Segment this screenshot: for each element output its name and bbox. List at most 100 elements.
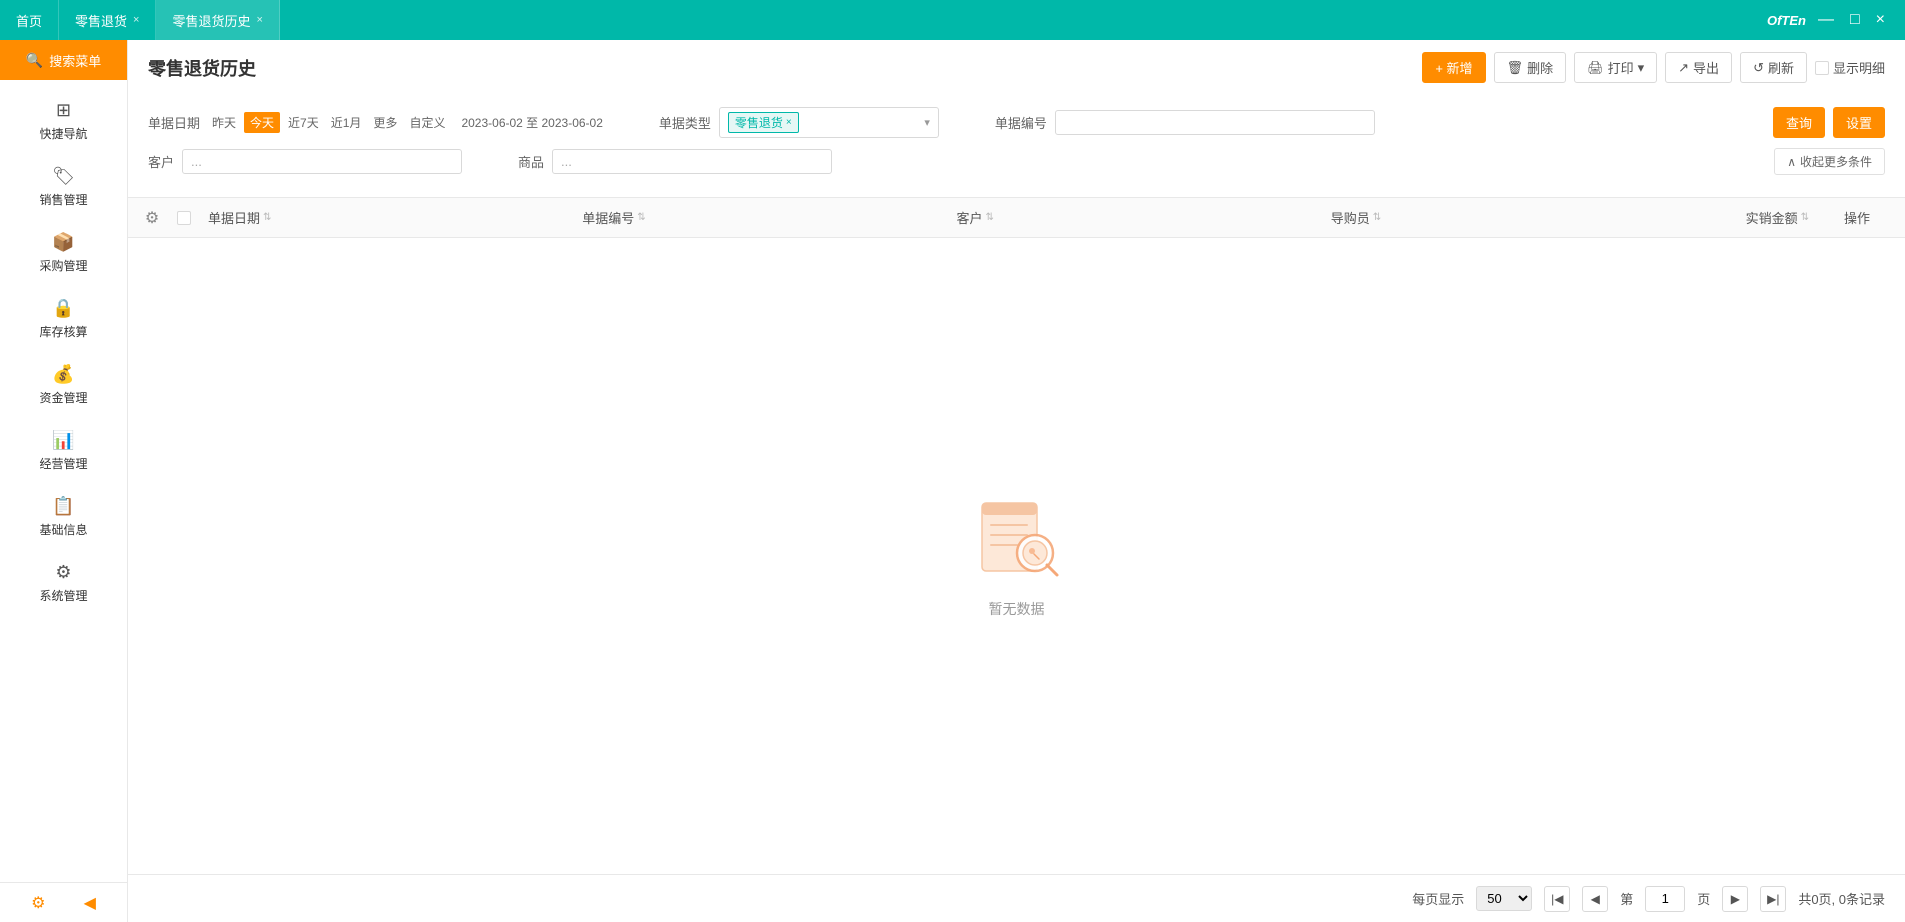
th-customer-label: 客户: [957, 208, 983, 227]
filter-customer-item: 客户 ...: [148, 149, 462, 174]
window-maximize-btn[interactable]: □: [1846, 11, 1864, 29]
export-label: 导出: [1693, 58, 1719, 77]
sidebar-bottom: ⚙ ◀: [0, 882, 127, 922]
sidebar-item-quick-nav[interactable]: ⊞ 快捷导航: [0, 88, 127, 154]
window-close-btn[interactable]: ×: [1872, 11, 1889, 29]
sidebar-collapse-icon[interactable]: ◀: [84, 893, 96, 913]
filter-customer-label: 客户: [148, 152, 174, 171]
sidebar-item-finance[interactable]: 💰 资金管理: [0, 352, 127, 418]
tab-retail-return-history-close[interactable]: ×: [256, 14, 262, 26]
tab-home[interactable]: 首页: [0, 0, 59, 40]
tab-retail-return-close[interactable]: ×: [133, 14, 139, 26]
date-opt-more[interactable]: 更多: [369, 112, 401, 133]
sidebar-item-sales-label: 销售管理: [39, 191, 87, 208]
last-page-btn[interactable]: ▶|: [1760, 886, 1786, 912]
display-detail-checkbox[interactable]: 显示明细: [1815, 58, 1885, 77]
filter-doctype-item: 单据类型 零售退货 × ▾: [659, 107, 939, 138]
filter-goods-select[interactable]: ...: [552, 149, 832, 174]
delete-label: 删除: [1527, 58, 1553, 77]
filter-customer-ellipsis: ...: [191, 154, 202, 169]
date-opt-7days[interactable]: 近7天: [284, 112, 323, 133]
date-opt-1month[interactable]: 近1月: [327, 112, 366, 133]
filter-date-item: 单据日期 昨天 今天 近7天 近1月 更多 自定义 2023-06-02 至 2…: [148, 112, 603, 133]
th-settings[interactable]: ⚙: [136, 208, 168, 228]
query-button[interactable]: 查询: [1773, 107, 1825, 138]
th-amount-label: 实销金额: [1746, 208, 1798, 227]
filter-docno-label: 单据编号: [995, 113, 1047, 132]
page-size-select[interactable]: 50 20 100: [1476, 886, 1532, 911]
filter-doctype-tag-close[interactable]: ×: [786, 117, 792, 128]
top-bar-right: OfTEn — □ ×: [1767, 11, 1905, 29]
top-bar: 首页 零售退货 × 零售退货历史 × OfTEn — □ ×: [0, 0, 1905, 40]
th-guide-sort[interactable]: ⇅: [1373, 212, 1381, 223]
th-customer-sort[interactable]: ⇅: [986, 212, 994, 223]
brand-text: OfTEn: [1767, 13, 1806, 28]
sidebar-search-label: 搜索菜单: [49, 51, 101, 70]
purchase-icon: 📦: [52, 232, 74, 253]
date-opt-custom[interactable]: 自定义: [405, 112, 449, 133]
filter-doctype-select[interactable]: 零售退货 × ▾: [719, 107, 939, 138]
th-doc-no-sort[interactable]: ⇅: [637, 212, 645, 223]
tab-retail-return-history[interactable]: 零售退货历史 ×: [156, 0, 279, 40]
page-title: 零售退货历史: [148, 55, 256, 81]
th-amount: 实销金额 ⇅: [1697, 208, 1817, 227]
table-header: ⚙ 单据日期 ⇅ 单据编号 ⇅ 客户 ⇅ 导购员 ⇅: [128, 198, 1905, 238]
delete-icon: 🗑: [1507, 60, 1524, 76]
page-number-input[interactable]: [1645, 886, 1685, 912]
export-icon: ↗: [1678, 60, 1689, 76]
refresh-label: 刷新: [1768, 58, 1794, 77]
filter-goods-item: 商品 ...: [518, 149, 832, 174]
th-actions: 操作: [1817, 208, 1897, 227]
filter-docno-input[interactable]: [1055, 110, 1375, 135]
display-detail-cb: [1815, 61, 1829, 75]
th-guide-label: 导购员: [1331, 208, 1370, 227]
sidebar-item-purchase-mgmt[interactable]: 📦 采购管理: [0, 220, 127, 286]
sidebar-search[interactable]: 🔍 搜索菜单: [0, 40, 127, 80]
filter-doctype-tag: 零售退货 ×: [728, 112, 799, 133]
search-icon: 🔍: [26, 52, 43, 69]
export-button[interactable]: ↗ 导出: [1665, 52, 1732, 83]
print-dropdown-icon: ▾: [1638, 60, 1645, 76]
sidebar-item-purchase-label: 采购管理: [39, 257, 87, 274]
sidebar-settings-icon[interactable]: ⚙: [31, 893, 45, 913]
collapse-button[interactable]: ∧ 收起更多条件: [1774, 148, 1885, 175]
tab-retail-return-label: 零售退货: [75, 11, 127, 30]
date-opt-yesterday[interactable]: 昨天: [208, 112, 240, 133]
th-amount-sort[interactable]: ⇅: [1801, 212, 1809, 223]
sidebar-item-system[interactable]: ⚙ 系统管理: [0, 550, 127, 616]
add-button[interactable]: + 新增: [1422, 52, 1485, 83]
filter-area: 单据日期 昨天 今天 近7天 近1月 更多 自定义 2023-06-02 至 2…: [148, 95, 1885, 197]
empty-state: 暂无数据: [128, 238, 1905, 874]
delete-button[interactable]: 🗑 删除: [1494, 52, 1567, 83]
tab-list: 首页 零售退货 × 零售退货历史 ×: [0, 0, 1767, 40]
tab-retail-return[interactable]: 零售退货 ×: [59, 0, 156, 40]
operations-icon: 📊: [52, 430, 74, 451]
date-opt-today[interactable]: 今天: [244, 112, 280, 133]
sidebar-item-operations-label: 经营管理: [39, 455, 87, 472]
filter-row-1: 单据日期 昨天 今天 近7天 近1月 更多 自定义 2023-06-02 至 2…: [148, 107, 1885, 138]
print-button[interactable]: 🖨 打印 ▾: [1574, 52, 1657, 83]
sidebar-item-inventory[interactable]: 🔒 库存核算: [0, 286, 127, 352]
th-doc-date-sort[interactable]: ⇅: [263, 212, 271, 223]
filter-goods-label: 商品: [518, 152, 544, 171]
filter-customer-select[interactable]: ...: [182, 149, 462, 174]
prev-page-btn[interactable]: ◀: [1582, 886, 1608, 912]
table-area: ⚙ 单据日期 ⇅ 单据编号 ⇅ 客户 ⇅ 导购员 ⇅: [128, 198, 1905, 874]
tab-retail-return-history-label: 零售退货历史: [172, 11, 250, 30]
th-checkbox[interactable]: [168, 211, 200, 225]
page-actions: + 新增 🗑 删除 🖨 打印 ▾ ↗ 导出 ↺: [1422, 52, 1885, 83]
settings-filter-button[interactable]: 设置: [1833, 107, 1885, 138]
collapse-btn-container: ∧ 收起更多条件: [1774, 148, 1885, 175]
refresh-button[interactable]: ↺ 刷新: [1740, 52, 1807, 83]
sidebar-item-basic-info[interactable]: 📋 基础信息: [0, 484, 127, 550]
sidebar-item-quick-nav-label: 快捷导航: [39, 125, 87, 142]
sidebar-item-sales-mgmt[interactable]: 🏷 销售管理: [0, 154, 127, 220]
first-page-btn[interactable]: |◀: [1544, 886, 1570, 912]
page-header: 零售退货历史 + 新增 🗑 删除 🖨 打印 ▾ ↗ 导出: [128, 40, 1905, 198]
sidebar-item-operations[interactable]: 📊 经营管理: [0, 418, 127, 484]
filter-docno-item: 单据编号: [995, 110, 1375, 135]
window-minimize-btn[interactable]: —: [1814, 11, 1838, 29]
th-doc-no: 单据编号 ⇅: [574, 208, 948, 227]
filter-row-2: 客户 ... 商品 ...: [148, 148, 1885, 175]
next-page-btn[interactable]: ▶: [1722, 886, 1748, 912]
